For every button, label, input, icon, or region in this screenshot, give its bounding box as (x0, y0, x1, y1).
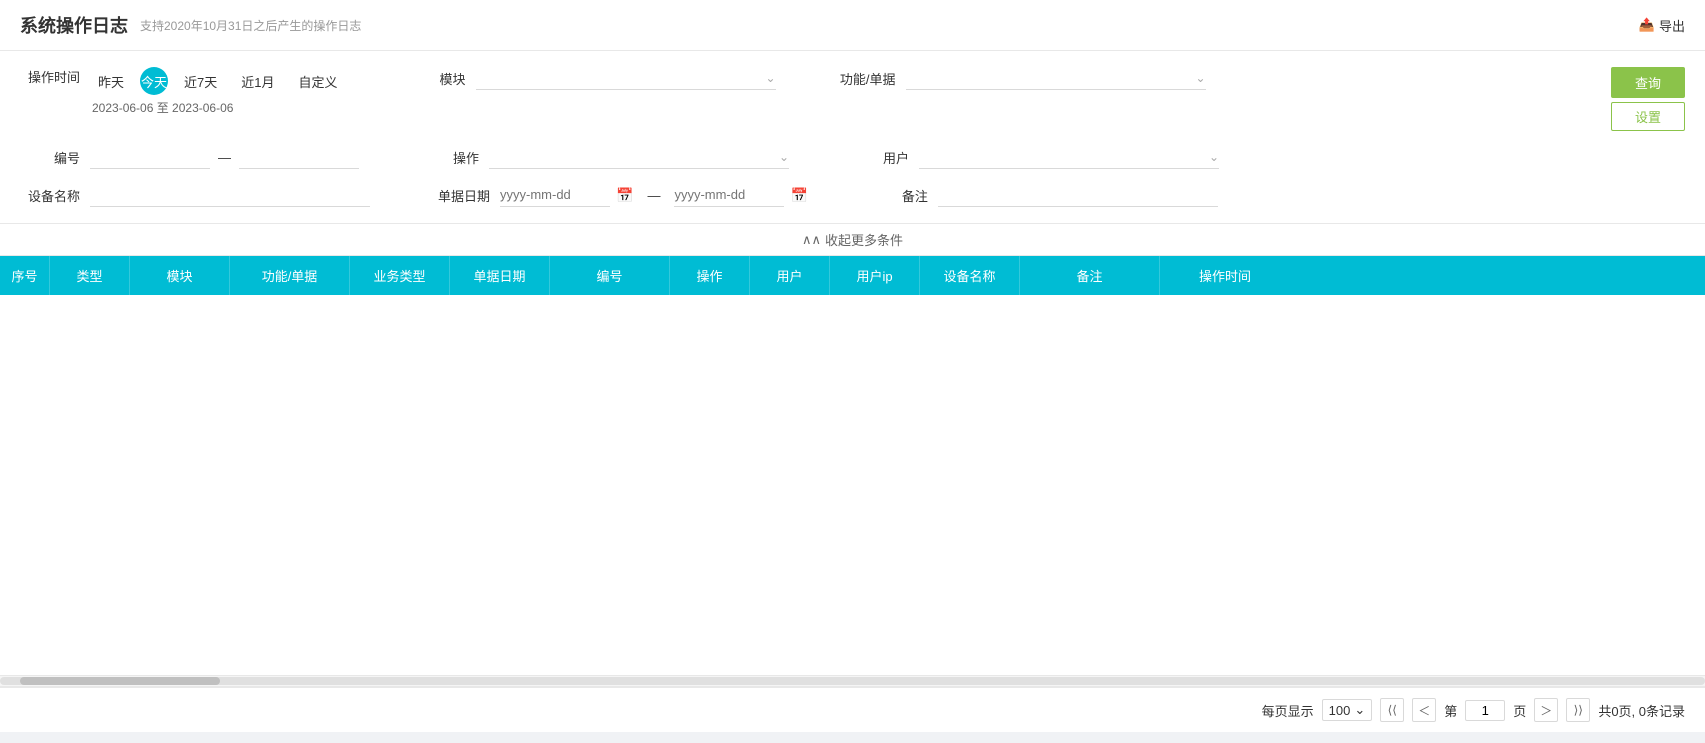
col-header-remark: 备注 (1020, 256, 1160, 295)
col-header-user: 用户 (750, 256, 830, 295)
module-select[interactable]: ⌄ (476, 67, 776, 90)
table-body (0, 295, 1705, 675)
device-filter-item: 设备名称 (20, 183, 370, 207)
page-size-select[interactable]: 100 ⌄ (1322, 699, 1373, 721)
voucher-date-filter-item: 单据日期 📅 — 📅 (430, 183, 808, 207)
scrollbar-thumb[interactable] (20, 677, 220, 685)
function-select[interactable]: ⌄ (906, 67, 1206, 90)
collapse-button[interactable]: ∧∧ 收起更多条件 (802, 230, 903, 249)
page-number-input[interactable] (1465, 700, 1505, 721)
time-filter-group: 昨天 今天 近7天 近1月 自定义 2023-06-06 至 2023-06-0… (90, 67, 346, 116)
user-select[interactable]: ⌄ (919, 146, 1219, 169)
export-icon: 📤 (1639, 17, 1655, 33)
horizontal-scrollbar[interactable] (0, 675, 1705, 687)
query-button[interactable]: 查询 (1611, 67, 1685, 98)
action-buttons: 查询 设置 (1611, 67, 1685, 131)
col-header-number: 编号 (550, 256, 670, 295)
user-label: 用户 (849, 148, 919, 167)
number-to-input[interactable] (239, 145, 359, 169)
pagination-bar: 每页显示 100 ⌄ ⟨⟨ ＜ 第 页 ＞ ⟩⟩ 共0页, 0条记录 (0, 687, 1705, 732)
collapse-bar: ∧∧ 收起更多条件 (0, 224, 1705, 256)
remark-label: 备注 (868, 186, 938, 205)
time-btn-7days[interactable]: 近7天 (176, 70, 225, 93)
module-chevron-icon: ⌄ (765, 71, 775, 85)
time-filter-item: 操作时间 昨天 今天 近7天 近1月 自定义 2023-06-06 至 2023… (20, 67, 346, 116)
number-from-input[interactable] (90, 145, 210, 169)
col-header-function: 功能/单据 (230, 256, 350, 295)
calendar-to-icon[interactable]: 📅 (790, 187, 807, 204)
date-dash: — (647, 188, 660, 203)
scrollbar-track (0, 677, 1705, 685)
per-page-label: 每页显示 (1262, 701, 1314, 720)
operation-select[interactable]: ⌄ (489, 146, 789, 169)
table-container: 序号 类型 模块 功能/单据 业务类型 单据日期 编号 操作 用户 用户ip 设… (0, 256, 1705, 675)
collapse-up-icon: ∧∧ (802, 232, 821, 248)
device-label: 设备名称 (20, 186, 90, 205)
table-header: 序号 类型 模块 功能/单据 业务类型 单据日期 编号 操作 用户 用户ip 设… (0, 256, 1705, 295)
function-chevron-icon: ⌄ (1195, 71, 1205, 85)
settings-button[interactable]: 设置 (1611, 102, 1685, 131)
page-title: 系统操作日志 (20, 12, 128, 38)
col-header-device: 设备名称 (920, 256, 1020, 295)
first-page-button[interactable]: ⟨⟨ (1380, 698, 1404, 722)
module-label: 模块 (406, 69, 476, 88)
col-header-type: 类型 (50, 256, 130, 295)
next-page-button[interactable]: ＞ (1534, 698, 1558, 722)
device-input[interactable] (90, 183, 370, 207)
time-label: 操作时间 (20, 67, 90, 86)
operation-label: 操作 (419, 148, 489, 167)
export-button[interactable]: 📤 导出 (1639, 16, 1685, 35)
time-btn-1month[interactable]: 近1月 (233, 70, 282, 93)
col-header-index: 序号 (0, 256, 50, 295)
date-from-input[interactable] (500, 183, 610, 207)
col-header-module: 模块 (130, 256, 230, 295)
operation-filter-item: 操作 ⌄ (419, 146, 789, 169)
page-size-value: 100 (1329, 703, 1351, 718)
number-dash: — (218, 150, 231, 165)
module-filter-item: 模块 ⌄ (406, 67, 776, 90)
number-label: 编号 (20, 148, 90, 167)
time-btn-yesterday[interactable]: 昨天 (90, 70, 132, 93)
total-info: 共0页, 0条记录 (1598, 701, 1685, 720)
page-end-label: 页 (1513, 701, 1526, 720)
function-filter-item: 功能/单据 ⌄ (836, 67, 1206, 90)
calendar-from-icon[interactable]: 📅 (616, 187, 633, 204)
page-number-label: 第 (1444, 701, 1457, 720)
col-header-user-ip: 用户ip (830, 256, 920, 295)
last-page-button[interactable]: ⟩⟩ (1566, 698, 1590, 722)
date-input-group: 📅 — 📅 (500, 183, 808, 207)
date-to-input[interactable] (674, 183, 784, 207)
remark-filter-item: 备注 (868, 183, 1218, 207)
user-chevron-icon: ⌄ (1209, 150, 1219, 164)
page-size-chevron-icon: ⌄ (1354, 702, 1365, 718)
page-subtitle: 支持2020年10月31日之后产生的操作日志 (140, 17, 361, 34)
operation-chevron-icon: ⌄ (779, 150, 789, 164)
page-header: 系统操作日志 支持2020年10月31日之后产生的操作日志 📤 导出 (0, 0, 1705, 51)
remark-input[interactable] (938, 183, 1218, 207)
function-label: 功能/单据 (836, 69, 906, 88)
filter-section: 操作时间 昨天 今天 近7天 近1月 自定义 2023-06-06 至 2023… (0, 51, 1705, 224)
col-header-operation: 操作 (670, 256, 750, 295)
time-btn-today[interactable]: 今天 (140, 67, 168, 95)
voucher-date-label: 单据日期 (430, 186, 500, 205)
col-header-biz-type: 业务类型 (350, 256, 450, 295)
col-header-voucher-date: 单据日期 (450, 256, 550, 295)
col-header-op-time: 操作时间 (1160, 256, 1290, 295)
user-filter-item: 用户 ⌄ (849, 146, 1219, 169)
number-filter-item: 编号 — (20, 145, 359, 169)
time-range-text: 2023-06-06 至 2023-06-06 (92, 99, 346, 116)
time-btn-custom[interactable]: 自定义 (290, 70, 345, 93)
collapse-label: 收起更多条件 (825, 230, 903, 249)
prev-page-button[interactable]: ＜ (1412, 698, 1436, 722)
